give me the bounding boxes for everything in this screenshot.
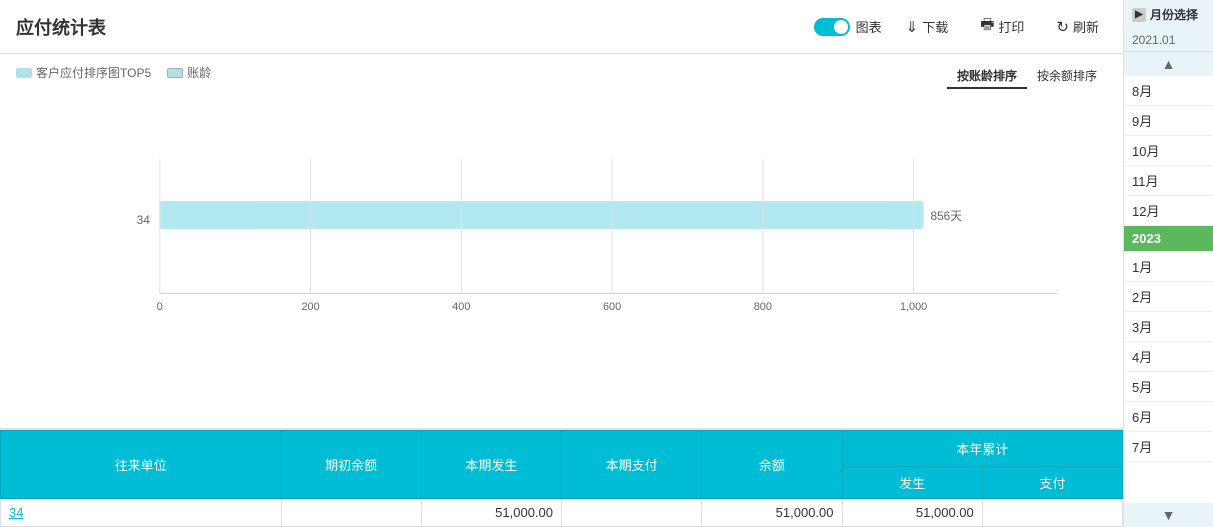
sidebar-header: ▶ 月份选择 <box>1124 0 1213 29</box>
cell-balance: 51,000.00 <box>702 499 842 527</box>
col-ytd-pay-header: 支付 <box>982 467 1122 499</box>
sidebar-month-12[interactable]: 12月 <box>1124 196 1213 226</box>
legend-color-2 <box>167 68 183 78</box>
col-ytd-occur-header: 发生 <box>842 467 982 499</box>
legend-color-1 <box>16 68 32 78</box>
chart-legend: 客户应付排序图TOP5 账龄 <box>16 64 1107 81</box>
chart-toggle-wrap: 图表 <box>814 17 882 36</box>
col-pay-header: 本期支付 <box>562 431 702 499</box>
table-header-row-1: 往来单位 期初余额 本期发生 本期支付 余额 本年累计 <box>1 431 1123 467</box>
cell-ytd-occur: 51,000.00 <box>842 499 982 527</box>
sidebar-month-9[interactable]: 9月 <box>1124 106 1213 136</box>
refresh-label: 刷新 <box>1073 17 1099 36</box>
svg-text:800: 800 <box>754 301 772 313</box>
sidebar-month-1[interactable]: 1月 <box>1124 252 1213 282</box>
legend-label-1: 客户应付排序图TOP5 <box>36 64 151 81</box>
sidebar-year-label: 2021.01 <box>1124 29 1213 52</box>
sidebar-month-10[interactable]: 10月 <box>1124 136 1213 166</box>
svg-text:0: 0 <box>157 301 163 313</box>
sidebar-month-2[interactable]: 2月 <box>1124 282 1213 312</box>
svg-text:200: 200 <box>301 301 319 313</box>
svg-text:600: 600 <box>603 301 621 313</box>
col-unit-header: 往来单位 <box>1 431 282 499</box>
svg-text:1,000: 1,000 <box>900 301 927 313</box>
cell-unit[interactable]: 34 <box>1 499 282 527</box>
table-section: 往来单位 期初余额 本期发生 本期支付 余额 本年累计 发生 支付 34 <box>0 428 1123 527</box>
col-ytd-header: 本年累计 <box>842 431 1123 467</box>
legend-item-1: 客户应付排序图TOP5 <box>16 64 151 81</box>
table-row: 34 51,000.00 51,000.00 51,000.00 <box>1 499 1123 527</box>
refresh-button[interactable]: ↻ 刷新 <box>1048 13 1107 40</box>
sidebar-collapse-btn[interactable]: ▶ <box>1132 8 1146 22</box>
sidebar: ▶ 月份选择 2021.01 ▲ 8月 9月 10月 11月 12月 2023 … <box>1123 0 1213 527</box>
sort-tab-age[interactable]: 按账龄排序 <box>947 64 1027 89</box>
col-occur-header: 本期发生 <box>421 431 561 499</box>
sidebar-month-8[interactable]: 8月 <box>1124 76 1213 106</box>
sort-tab-balance[interactable]: 按余额排序 <box>1027 64 1107 89</box>
sort-tabs: 按账龄排序 按余额排序 <box>947 64 1107 89</box>
cell-ytd-pay <box>982 499 1122 527</box>
download-label: 下载 <box>922 17 948 36</box>
sidebar-months: 8月 9月 10月 11月 12月 2023 1月 2月 3月 4月 5月 6月… <box>1124 76 1213 503</box>
page-header: 应付统计表 图表 ⇓ 下载 🖶 打印 ↻ 刷新 <box>0 0 1123 54</box>
col-opening-header: 期初余额 <box>281 431 421 499</box>
sidebar-nav-up[interactable]: ▲ <box>1124 52 1213 76</box>
sidebar-year-marker-2023[interactable]: 2023 <box>1124 226 1213 252</box>
sidebar-month-3[interactable]: 3月 <box>1124 312 1213 342</box>
download-button[interactable]: ⇓ 下载 <box>898 13 957 40</box>
chart-toggle-label: 图表 <box>856 17 882 36</box>
col-balance-header: 余额 <box>702 431 842 499</box>
header-actions: 图表 ⇓ 下载 🖶 打印 ↻ 刷新 <box>814 10 1107 43</box>
svg-text:34: 34 <box>137 213 151 227</box>
sidebar-month-11[interactable]: 11月 <box>1124 166 1213 196</box>
chart-section: 客户应付排序图TOP5 账龄 按账龄排序 按余额排序 34 <box>0 54 1123 428</box>
legend-item-2: 账龄 <box>167 64 211 81</box>
cell-occur: 51,000.00 <box>421 499 561 527</box>
page-title: 应付统计表 <box>16 14 106 40</box>
print-label: 打印 <box>998 17 1024 36</box>
print-button[interactable]: 🖶 打印 <box>972 10 1032 43</box>
sidebar-month-5[interactable]: 5月 <box>1124 372 1213 402</box>
cell-pay <box>562 499 702 527</box>
cell-opening <box>281 499 421 527</box>
svg-text:400: 400 <box>452 301 470 313</box>
chart-svg: 34 856天 0 200 400 600 800 1,000 <box>16 89 1107 349</box>
sidebar-header-label: 月份选择 <box>1150 6 1198 23</box>
sidebar-month-6[interactable]: 6月 <box>1124 402 1213 432</box>
sidebar-nav-down[interactable]: ▼ <box>1124 503 1213 527</box>
refresh-icon: ↻ <box>1056 18 1069 36</box>
legend-label-2: 账龄 <box>187 64 211 81</box>
sidebar-month-7[interactable]: 7月 <box>1124 432 1213 462</box>
print-icon: 🖶 <box>980 14 994 39</box>
sidebar-month-4[interactable]: 4月 <box>1124 342 1213 372</box>
chart-area: 34 856天 0 200 400 600 800 1,000 <box>16 89 1107 349</box>
download-icon: ⇓ <box>906 18 919 36</box>
svg-text:856天: 856天 <box>930 209 962 223</box>
chart-toggle[interactable] <box>814 18 850 36</box>
data-table: 往来单位 期初余额 本期发生 本期支付 余额 本年累计 发生 支付 34 <box>0 430 1123 527</box>
